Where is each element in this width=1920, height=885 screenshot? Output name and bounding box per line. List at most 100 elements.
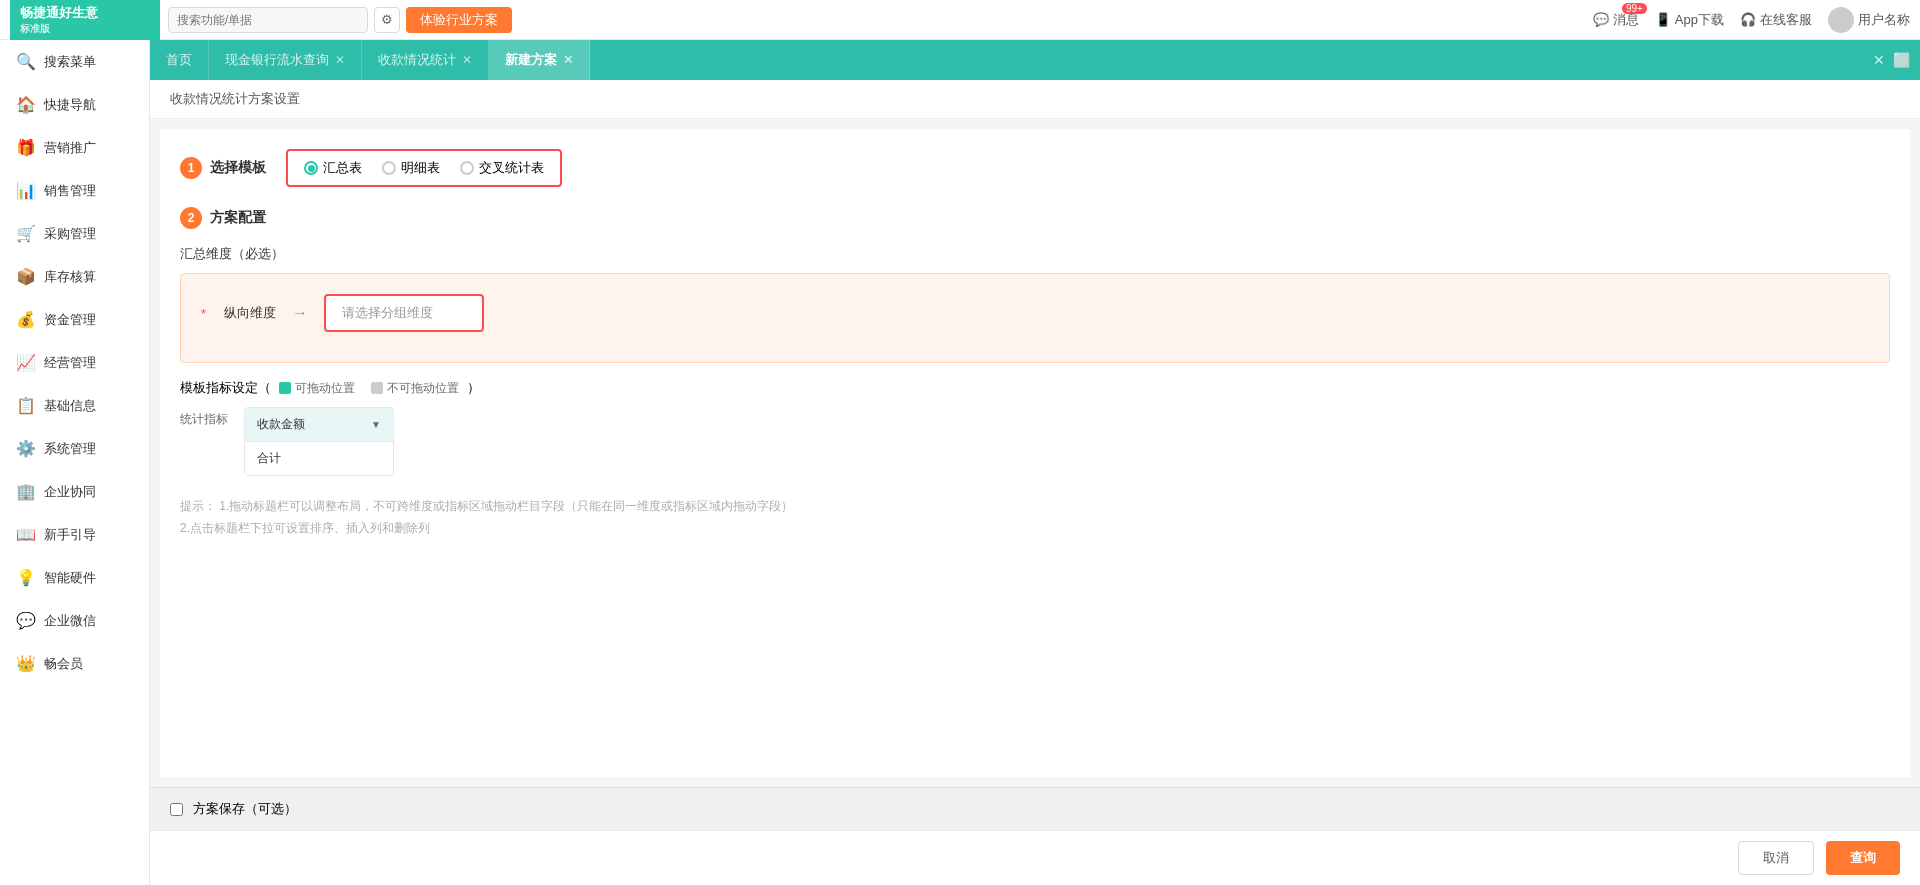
- step2-label: 方案配置: [210, 209, 266, 227]
- tab-newplan-close[interactable]: ✕: [563, 53, 573, 67]
- dimension-select[interactable]: 请选择分组维度: [324, 294, 484, 332]
- footer-bar: 取消 查询: [150, 830, 1920, 885]
- save-section: 方案保存（可选）: [150, 787, 1920, 830]
- cancel-button[interactable]: 取消: [1738, 841, 1814, 875]
- wechat-icon: 💬: [16, 611, 36, 630]
- sidebar-item-search[interactable]: 🔍 搜索菜单: [0, 40, 149, 83]
- query-button[interactable]: 查询: [1826, 841, 1900, 875]
- search-input[interactable]: [168, 7, 368, 33]
- unmovable-dot: [371, 382, 383, 394]
- trending-icon: 📈: [16, 353, 36, 372]
- online-service-button[interactable]: 🎧 在线客服: [1740, 11, 1812, 29]
- arrow-icon: →: [292, 304, 308, 322]
- metric-row-text: 合计: [257, 451, 281, 465]
- tab-receipts-close[interactable]: ✕: [462, 53, 472, 67]
- step2-circle: 2: [180, 207, 202, 229]
- required-mark: *: [201, 306, 206, 321]
- sidebar-item-operation[interactable]: 📈 经营管理: [0, 341, 149, 384]
- tab-bar: 首页 现金银行流水查询 ✕ 收款情况统计 ✕ 新建方案 ✕ ✕ ⬜: [150, 40, 1920, 80]
- sidebar-item-wechat[interactable]: 💬 企业微信: [0, 599, 149, 642]
- clipboard-icon: 📋: [16, 396, 36, 415]
- tab-cashflow-close[interactable]: ✕: [335, 53, 345, 67]
- metrics-table-row: 合计: [245, 442, 393, 475]
- message-badge: 99+: [1622, 3, 1647, 14]
- radio-cross[interactable]: 交叉统计表: [460, 159, 544, 177]
- sidebar-item-finance[interactable]: 💰 资金管理: [0, 298, 149, 341]
- sidebar-item-label: 采购管理: [44, 225, 96, 243]
- user-area[interactable]: 用户名称: [1828, 7, 1910, 33]
- hints-section: 提示： 1.拖动标题栏可以调整布局，不可跨维度或指标区域拖动栏目字段（只能在同一…: [180, 496, 1890, 539]
- radio-detail[interactable]: 明细表: [382, 159, 440, 177]
- dimension-title: 汇总维度（必选）: [180, 245, 1890, 263]
- metrics-table-header: 收款金额 ▼: [245, 408, 393, 442]
- tab-cashflow[interactable]: 现金银行流水查询 ✕: [209, 40, 362, 80]
- sidebar: 🔍 搜索菜单 🏠 快捷导航 🎁 营销推广 📊 销售管理 🛒 采购管理 📦 库存核…: [0, 40, 150, 885]
- user-text: 用户名称: [1858, 11, 1910, 29]
- sidebar-item-quicknav[interactable]: 🏠 快捷导航: [0, 83, 149, 126]
- radio-dot-cross: [460, 161, 474, 175]
- sidebar-item-system[interactable]: ⚙️ 系统管理: [0, 427, 149, 470]
- tab-cashflow-label: 现金银行流水查询: [225, 51, 329, 69]
- top-header: 畅捷通好生意 标准版 ⚙ 体验行业方案 💬 消息 99+ 📱 App下载 🎧 在…: [0, 0, 1920, 40]
- main-layout: 🔍 搜索菜单 🏠 快捷导航 🎁 营销推广 📊 销售管理 🛒 采购管理 📦 库存核…: [0, 40, 1920, 885]
- radio-summary[interactable]: 汇总表: [304, 159, 362, 177]
- logo-name: 畅捷通好生意: [20, 4, 98, 22]
- tab-receipts[interactable]: 收款情况统计 ✕: [362, 40, 489, 80]
- logo-sub: 标准版: [20, 22, 98, 36]
- tab-newplan[interactable]: 新建方案 ✕: [489, 40, 590, 80]
- box-icon: 📦: [16, 267, 36, 286]
- settings-icon[interactable]: ⚙: [374, 7, 400, 33]
- app-icon: 📱: [1655, 12, 1671, 27]
- sidebar-item-label: 基础信息: [44, 397, 96, 415]
- dimension-title-text: 汇总维度（必选）: [180, 246, 284, 261]
- metrics-title-text: 模板指标设定（: [180, 379, 271, 397]
- form-section: 1 选择模板 汇总表 明细表 交叉统计表: [160, 129, 1910, 777]
- sidebar-item-inventory[interactable]: 📦 库存核算: [0, 255, 149, 298]
- sidebar-item-label: 企业微信: [44, 612, 96, 630]
- metrics-table: 收款金额 ▼ 合计: [244, 407, 394, 476]
- save-checkbox-label: 方案保存（可选）: [193, 800, 297, 818]
- page-title: 收款情况统计方案设置: [170, 91, 300, 106]
- legend-unmovable: 不可拖动位置: [371, 380, 459, 397]
- template-radio-group: 汇总表 明细表 交叉统计表: [286, 149, 562, 187]
- sidebar-item-enterprise[interactable]: 🏢 企业协同: [0, 470, 149, 513]
- tab-home-label: 首页: [166, 51, 192, 69]
- save-checkbox[interactable]: [170, 803, 183, 816]
- avatar: [1828, 7, 1854, 33]
- sidebar-item-label: 销售管理: [44, 182, 96, 200]
- radio-summary-label: 汇总表: [323, 159, 362, 177]
- sidebar-item-label: 资金管理: [44, 311, 96, 329]
- tab-close-all-icon[interactable]: ✕: [1873, 52, 1885, 68]
- sidebar-item-sales[interactable]: 📊 销售管理: [0, 169, 149, 212]
- step1-circle: 1: [180, 157, 202, 179]
- sidebar-item-label: 搜索菜单: [44, 53, 96, 71]
- sidebar-item-marketing[interactable]: 🎁 营销推广: [0, 126, 149, 169]
- dimension-subsection: 汇总维度（必选） * 纵向维度 → 请选择分组维度: [180, 245, 1890, 363]
- tab-newplan-label: 新建方案: [505, 51, 557, 69]
- tab-home[interactable]: 首页: [150, 40, 209, 80]
- app-download-button[interactable]: 📱 App下载: [1655, 11, 1724, 29]
- dimension-select-placeholder: 请选择分组维度: [342, 305, 433, 320]
- sidebar-item-purchase[interactable]: 🛒 采购管理: [0, 212, 149, 255]
- vertical-dim-label: 纵向维度: [224, 304, 276, 322]
- sidebar-item-label: 营销推广: [44, 139, 96, 157]
- metric-dropdown-icon[interactable]: ▼: [371, 419, 381, 430]
- message-icon: 💬: [1593, 12, 1609, 27]
- sidebar-item-member[interactable]: 👑 畅会员: [0, 642, 149, 685]
- step2-header: 2 方案配置: [180, 207, 1890, 229]
- movable-dot: [279, 382, 291, 394]
- bulb-icon: 💡: [16, 568, 36, 587]
- step1-label: 选择模板: [210, 159, 266, 177]
- metrics-header: 模板指标设定（ 可拖动位置 不可拖动位置 ）: [180, 379, 1890, 397]
- tab-maximize-icon[interactable]: ⬜: [1893, 52, 1910, 68]
- sidebar-item-base[interactable]: 📋 基础信息: [0, 384, 149, 427]
- cart-icon: 🛒: [16, 224, 36, 243]
- stats-label: 统计指标: [180, 407, 228, 432]
- sidebar-item-guide[interactable]: 📖 新手引导: [0, 513, 149, 556]
- header-search-area: ⚙ 体验行业方案: [168, 7, 1585, 33]
- sidebar-item-hardware[interactable]: 💡 智能硬件: [0, 556, 149, 599]
- chart-icon: 📊: [16, 181, 36, 200]
- crown-icon: 👑: [16, 654, 36, 673]
- industry-button[interactable]: 体验行业方案: [406, 7, 512, 33]
- message-button[interactable]: 💬 消息 99+: [1593, 11, 1639, 29]
